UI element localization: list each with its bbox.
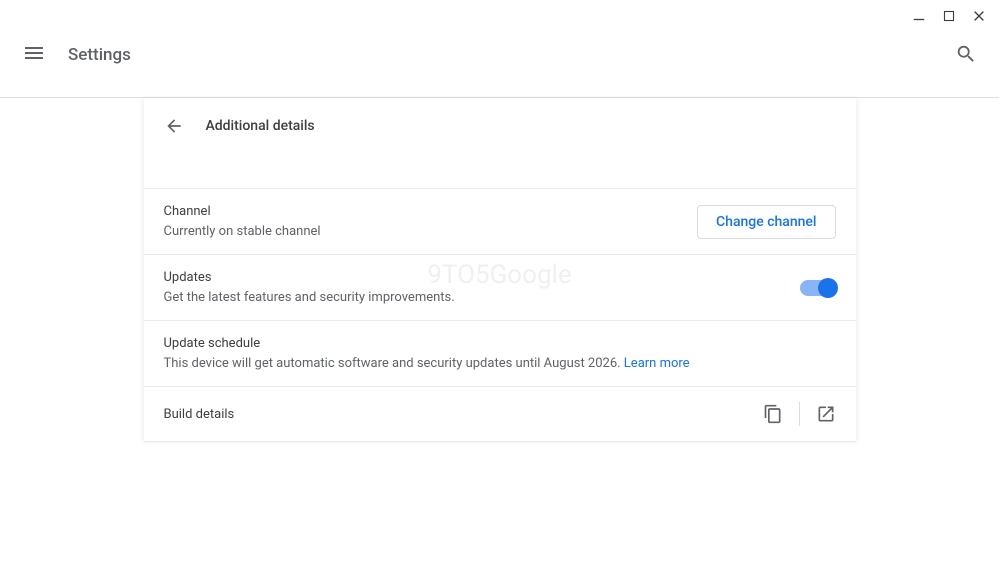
close-icon[interactable] xyxy=(971,8,987,24)
updates-toggle[interactable] xyxy=(800,280,836,296)
build-details-text: Build details xyxy=(164,407,763,422)
change-channel-button[interactable]: Change channel xyxy=(697,205,835,239)
page-title: Settings xyxy=(68,45,955,65)
settings-panel: Additional details Channel Currently on … xyxy=(144,98,856,442)
minimize-icon[interactable] xyxy=(911,8,927,24)
schedule-text: Update schedule This device will get aut… xyxy=(164,336,836,371)
channel-title: Channel xyxy=(164,204,698,219)
open-external-icon[interactable] xyxy=(816,404,836,424)
channel-row: Channel Currently on stable channel Chan… xyxy=(144,188,856,254)
build-details-row: Build details xyxy=(144,386,856,442)
learn-more-link[interactable]: Learn more xyxy=(624,356,690,371)
channel-text: Channel Currently on stable channel xyxy=(164,204,698,239)
window-controls xyxy=(911,8,987,24)
schedule-sub-text: This device will get automatic software … xyxy=(164,356,624,371)
build-actions xyxy=(763,402,836,426)
updates-row: Updates Get the latest features and secu… xyxy=(144,254,856,320)
action-divider xyxy=(799,402,800,426)
hamburger-menu-icon[interactable] xyxy=(22,41,46,65)
back-arrow-icon[interactable] xyxy=(164,116,184,136)
channel-sub: Currently on stable channel xyxy=(164,224,698,239)
search-icon[interactable] xyxy=(955,43,977,65)
schedule-title: Update schedule xyxy=(164,336,836,351)
updates-sub: Get the latest features and security imp… xyxy=(164,290,800,305)
copy-icon[interactable] xyxy=(763,404,783,424)
content-area: Additional details Channel Currently on … xyxy=(0,98,999,442)
schedule-sub: This device will get automatic software … xyxy=(164,356,836,371)
panel-title: Additional details xyxy=(206,118,315,134)
maximize-icon[interactable] xyxy=(941,8,957,24)
build-details-title: Build details xyxy=(164,407,763,422)
updates-title: Updates xyxy=(164,270,800,285)
schedule-row: Update schedule This device will get aut… xyxy=(144,320,856,386)
panel-header: Additional details xyxy=(144,98,856,188)
updates-text: Updates Get the latest features and secu… xyxy=(164,270,800,305)
top-bar: Settings xyxy=(0,0,999,98)
